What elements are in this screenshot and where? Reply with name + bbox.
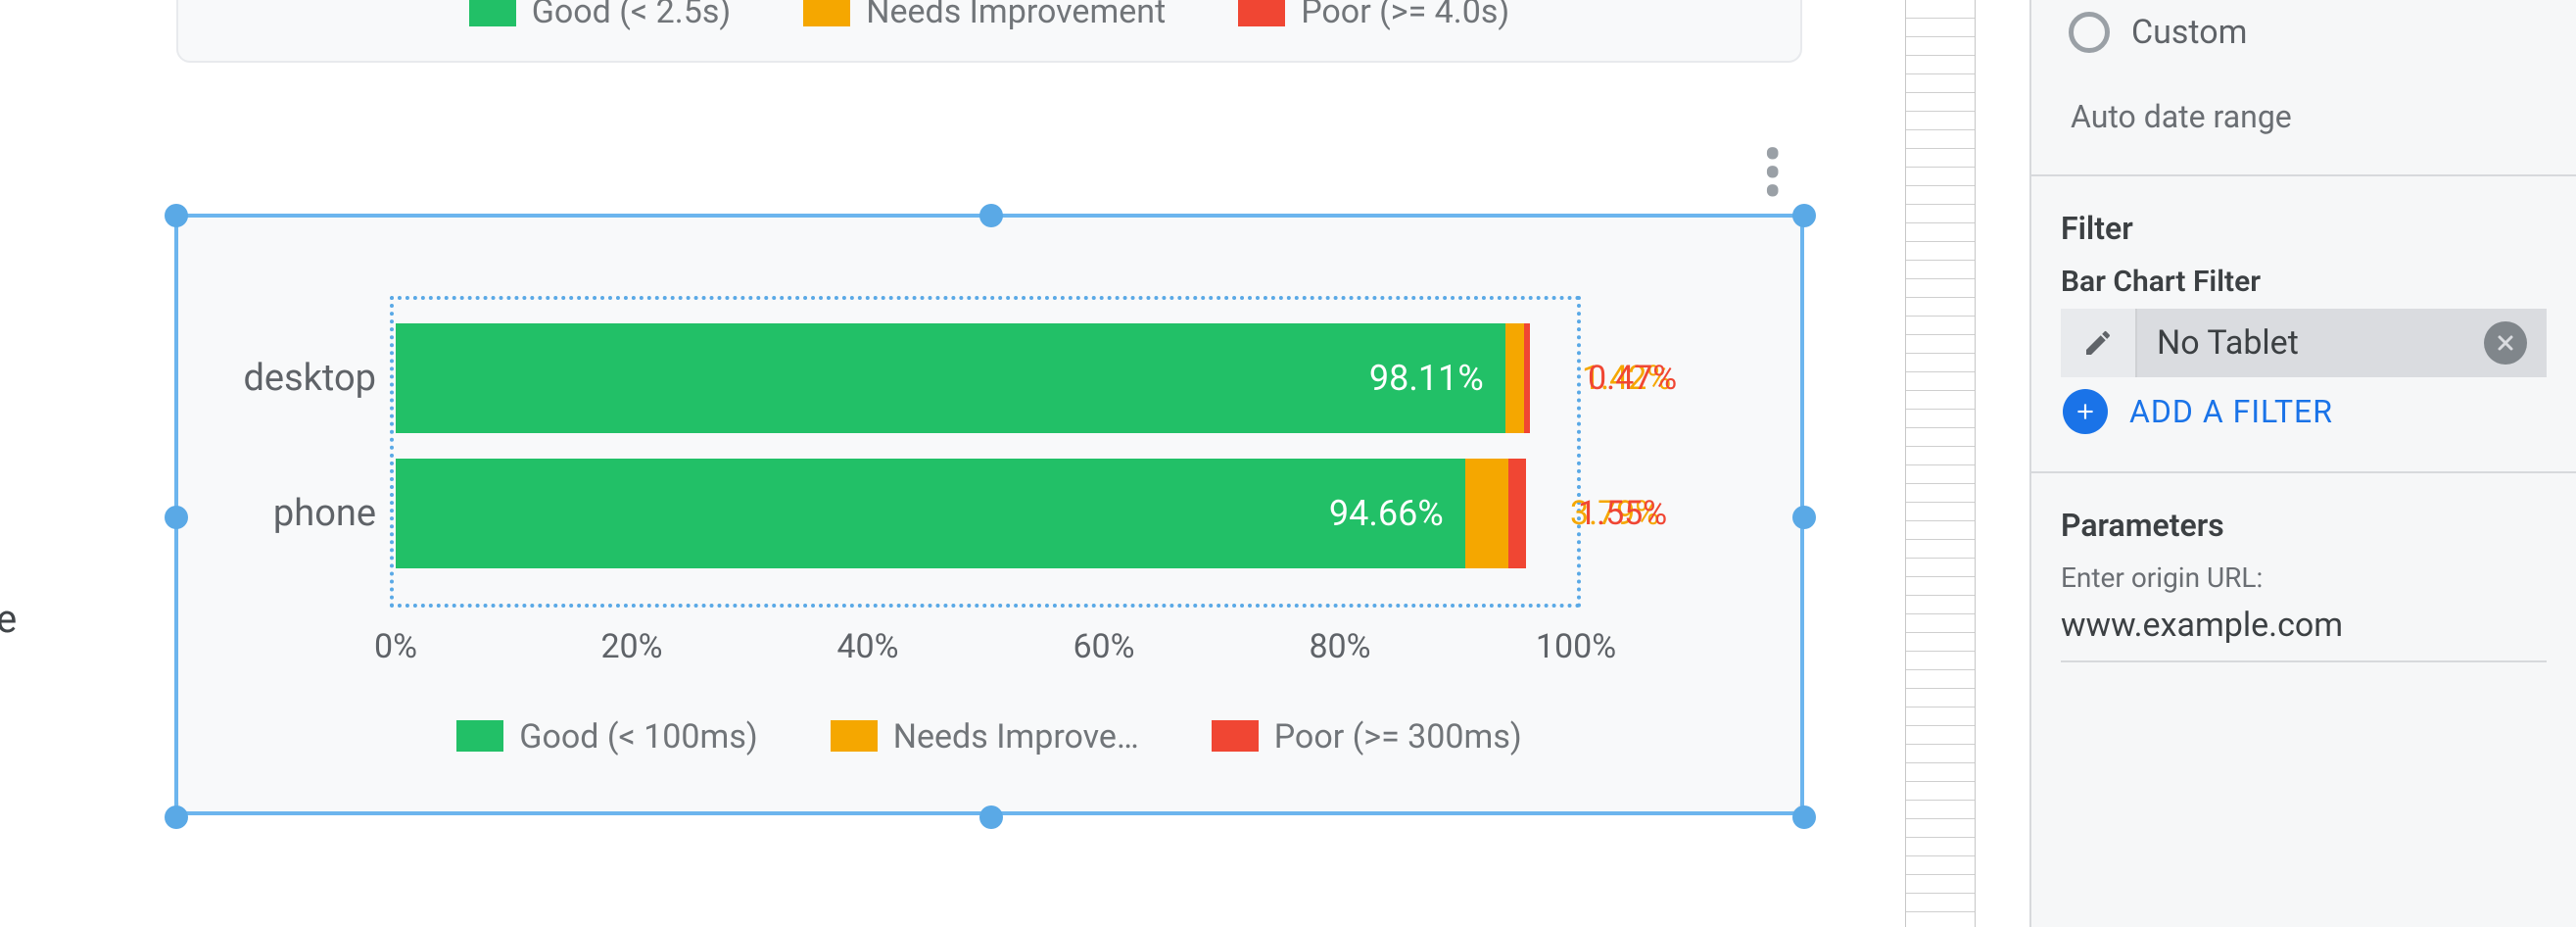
value-good-desktop: 98.11% <box>1369 358 1484 399</box>
bar-row-phone[interactable]: 94.66% 3.79% 1.55% <box>396 459 1576 568</box>
seg-poor <box>1508 459 1526 568</box>
chart-more-icon[interactable]: ••• <box>1763 147 1783 203</box>
input-underline <box>2061 660 2547 662</box>
remove-filter-icon[interactable] <box>2484 321 2527 365</box>
swatch-icon <box>803 0 850 26</box>
filter-subtitle: Bar Chart Filter <box>2061 265 2547 299</box>
legend-improve: Needs Improvement <box>803 0 1166 31</box>
swatch-icon <box>469 0 516 26</box>
legend-improve: Needs Improve… <box>831 717 1139 756</box>
legend-poor: Poor (>= 300ms) <box>1212 717 1522 756</box>
edit-filter-icon[interactable] <box>2061 309 2137 377</box>
filter-section-title: Filter <box>2061 210 2547 247</box>
add-filter-label: ADD A FILTER <box>2129 393 2333 430</box>
vertical-ruler <box>1905 0 1976 927</box>
category-phone: phone <box>273 492 376 535</box>
swatch-icon <box>1238 0 1285 26</box>
swatch-icon <box>1212 720 1259 752</box>
bar-row-desktop[interactable]: 98.11% 1.42% 0.47% <box>396 323 1576 433</box>
legend-good: Good (< 2.5s) <box>469 0 731 31</box>
seg-good: 94.66% <box>396 459 1465 568</box>
filter-chip-label: No Tablet <box>2137 323 2484 363</box>
properties-panel: Custom Auto date range Filter Bar Chart … <box>2029 0 2576 927</box>
cropped-left-text: e <box>0 596 17 642</box>
swatch-icon <box>456 720 503 752</box>
origin-url-value[interactable]: www.example.com <box>2061 606 2547 645</box>
upper-chart-legend-card: Good (< 2.5s) Needs Improvement Poor (>=… <box>176 0 1802 63</box>
swatch-icon <box>831 720 878 752</box>
chart-legend: Good (< 100ms) Needs Improve… Poor (>= 3… <box>176 717 1802 756</box>
seg-good: 98.11% <box>396 323 1505 433</box>
add-filter-button[interactable]: ADD A FILTER <box>2063 389 2547 434</box>
stacked-bar-chart[interactable]: 98.11% 1.42% 0.47% 94.66% 3.79% 1.55% <box>396 304 1576 600</box>
y-axis-labels: desktop phone <box>210 304 376 600</box>
auto-date-range[interactable]: Auto date range <box>2071 98 2547 135</box>
plus-icon <box>2063 389 2108 434</box>
parameters-section-title: Parameters <box>2061 507 2547 544</box>
legend-good: Good (< 100ms) <box>456 717 757 756</box>
seg-improve <box>1465 459 1509 568</box>
filter-chip[interactable]: No Tablet <box>2061 309 2547 377</box>
value-good-phone: 94.66% <box>1329 493 1444 534</box>
seg-improve <box>1505 323 1524 433</box>
overflow-labels-desktop: 1.42% 0.47% <box>1576 323 1592 433</box>
radio-label: Custom <box>2131 13 2247 52</box>
seg-poor <box>1524 323 1530 433</box>
x-axis: 0% 20% 40% 60% 80% 100% <box>396 611 1576 680</box>
date-range-custom-option[interactable]: Custom <box>2069 12 2547 53</box>
category-desktop: desktop <box>243 357 376 400</box>
radio-icon <box>2069 12 2110 53</box>
legend-poor: Poor (>= 4.0s) <box>1238 0 1509 31</box>
origin-url-label: Enter origin URL: <box>2061 561 2547 594</box>
overflow-labels-phone: 3.79% 1.55% <box>1576 459 1592 568</box>
